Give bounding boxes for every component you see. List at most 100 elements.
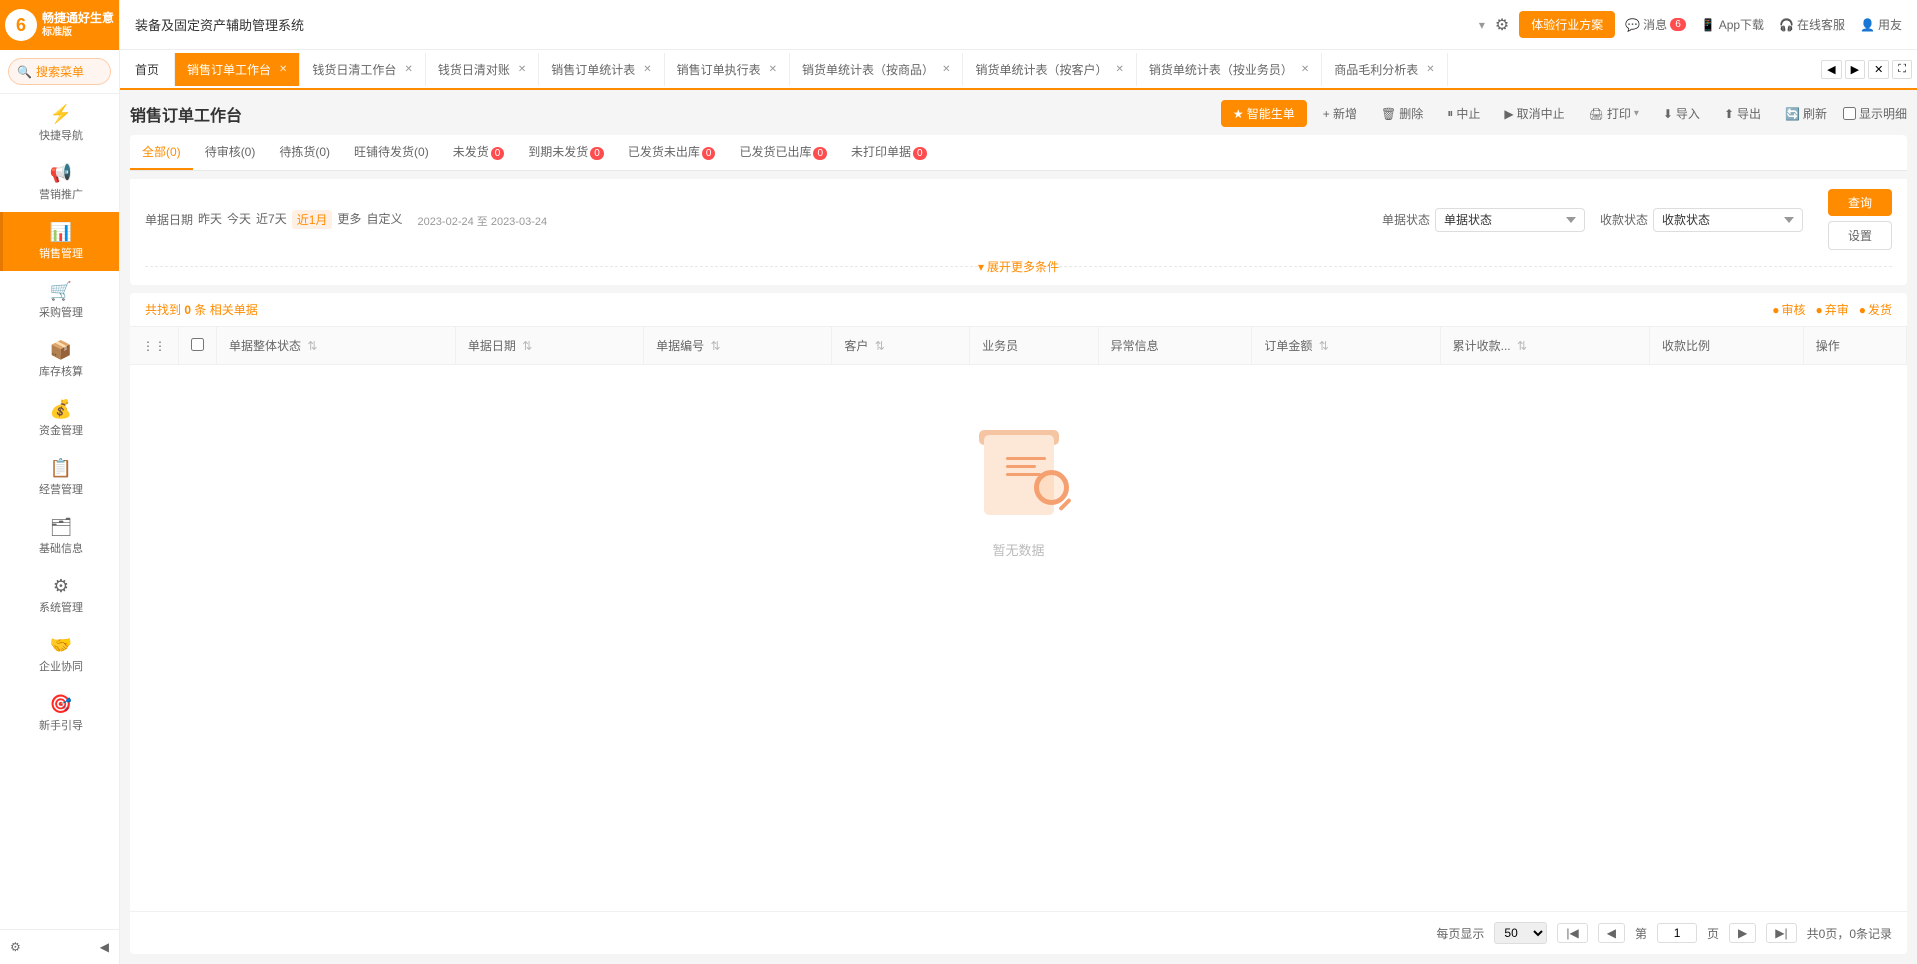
add-button[interactable]: + 新增: [1315, 101, 1365, 126]
tab-sales-exec[interactable]: 销售订单执行表 ✕: [665, 53, 790, 86]
tab-next-button[interactable]: ▶: [1845, 60, 1865, 79]
tab-sales-stats-close[interactable]: ✕: [643, 64, 651, 75]
sidebar-item-guide[interactable]: 🎯 新手引导: [0, 684, 119, 743]
sidebar-search-area: 🔍 搜索菜单: [0, 50, 119, 94]
date-link-1month[interactable]: 近1月: [292, 210, 333, 229]
tab-cargo-stats-customer-close[interactable]: ✕: [1115, 64, 1123, 75]
th-date: 单据日期 ⇅: [455, 327, 643, 365]
tab-sales-workbench-close[interactable]: ✕: [279, 64, 287, 75]
tab-prev-button[interactable]: ◀: [1821, 60, 1841, 79]
sub-tab-not-printed[interactable]: 未打印单据0: [839, 135, 939, 170]
tab-sales-workbench[interactable]: 销售订单工作台 ✕: [175, 53, 300, 86]
status-filter-select[interactable]: 单据状态: [1435, 208, 1585, 232]
sidebar-item-collab[interactable]: 🤝 企业协同: [0, 625, 119, 684]
th-amount: 订单金额 ⇅: [1252, 327, 1440, 365]
print-button[interactable]: 🖨 打印 ▾: [1581, 101, 1647, 126]
tab-product-margin[interactable]: 商品毛利分析表 ✕: [1322, 53, 1447, 86]
tab-product-margin-close[interactable]: ✕: [1426, 64, 1434, 75]
date-link-7days[interactable]: 近7天: [256, 210, 287, 229]
sidebar-item-finance[interactable]: 💰 资金管理: [0, 389, 119, 448]
user-button[interactable]: 👤 用友: [1860, 16, 1902, 33]
sidebar-item-inventory[interactable]: 📦 库存核算: [0, 330, 119, 389]
search-menu-button[interactable]: 🔍 搜索菜单: [8, 58, 111, 85]
marketing-icon: 📢: [50, 163, 72, 184]
star-icon: ★: [1233, 107, 1244, 121]
app-download-button[interactable]: 📱 App下载: [1701, 16, 1764, 33]
query-button[interactable]: 查询: [1828, 189, 1892, 216]
date-link-more[interactable]: 更多: [337, 210, 361, 229]
import-button[interactable]: ⬇ 导入: [1655, 101, 1708, 126]
pagination-next-button[interactable]: ▶: [1729, 923, 1756, 943]
th-date-sort-icon[interactable]: ⇅: [522, 339, 532, 353]
tab-cargo-stats-staff-close[interactable]: ✕: [1301, 64, 1309, 75]
sidebar-settings-button[interactable]: ⚙: [10, 940, 21, 954]
audit-action-button[interactable]: ● 审核: [1772, 301, 1805, 318]
sub-tab-shipped-out[interactable]: 已发货已出库0: [727, 135, 839, 170]
message-button[interactable]: 💬 消息 6: [1625, 16, 1686, 33]
tab-cash-daily-close[interactable]: ✕: [404, 64, 412, 75]
tab-cargo-stats-product[interactable]: 销货单统计表（按商品） ✕: [790, 53, 963, 86]
tab-fullscreen-button[interactable]: ⛶: [1892, 60, 1912, 79]
tab-cash-daily[interactable]: 钱货日清工作台 ✕: [300, 53, 425, 86]
tab-cash-reconcile-close[interactable]: ✕: [518, 64, 526, 75]
tab-home[interactable]: 首页: [120, 53, 175, 86]
th-amount-sort-icon[interactable]: ⇅: [1319, 339, 1329, 353]
pagination-last-button[interactable]: ▶|: [1766, 923, 1796, 943]
th-collected-sort-icon[interactable]: ⇅: [1517, 339, 1527, 353]
sidebar-item-basic[interactable]: 🗂 基础信息: [0, 507, 119, 566]
cancel-suspend-button[interactable]: ▶ 取消中止: [1496, 101, 1572, 126]
page-number-input[interactable]: [1657, 923, 1697, 943]
tab-cargo-stats-product-close[interactable]: ✕: [942, 64, 950, 75]
tab-cargo-stats-customer[interactable]: 销货单统计表（按客户） ✕: [963, 53, 1136, 86]
select-all-checkbox[interactable]: [191, 338, 204, 351]
delete-button[interactable]: 🗑 删除: [1373, 101, 1431, 126]
show-detail-checkbox[interactable]: [1843, 107, 1856, 120]
sidebar-item-system[interactable]: ⚙ 系统管理: [0, 566, 119, 625]
per-page-select[interactable]: 50 20 100: [1494, 922, 1547, 944]
payment-filter-select[interactable]: 收款状态: [1653, 208, 1803, 232]
th-checkbox[interactable]: [179, 327, 217, 365]
sub-tab-shipped-not-out[interactable]: 已发货未出库0: [616, 135, 728, 170]
expand-filter-button[interactable]: ▾ 展开更多条件: [978, 258, 1059, 275]
sub-tab-all[interactable]: 全部(0): [130, 135, 193, 170]
user-name: 用友: [1878, 16, 1902, 33]
smart-create-button[interactable]: ★ 智能生单: [1221, 100, 1307, 127]
sub-tab-overdue-not-shipped[interactable]: 到期未发货0: [516, 135, 616, 170]
th-number-sort-icon[interactable]: ⇅: [710, 339, 720, 353]
settings-header-icon[interactable]: ⚙: [1495, 15, 1509, 35]
th-customer-sort-icon[interactable]: ⇅: [875, 339, 885, 353]
sub-tab-pending-inspect[interactable]: 待拣货(0): [267, 135, 342, 170]
date-link-custom[interactable]: 自定义: [366, 210, 402, 229]
tab-cargo-stats-staff[interactable]: 销货单统计表（按业务员） ✕: [1137, 53, 1322, 86]
th-status-sort-icon[interactable]: ⇅: [307, 339, 317, 353]
page-title-bar: 销售订单工作台 ★ 智能生单 + 新增 🗑 删除 ⏸ 中止 ▶ 取消中止: [130, 100, 1907, 127]
refresh-button[interactable]: 🔄 刷新: [1777, 101, 1835, 126]
sidebar-item-quick-nav[interactable]: ⚡ 快捷导航: [0, 94, 119, 153]
pagination-prev-button[interactable]: ◀: [1598, 923, 1625, 943]
sidebar-item-operation[interactable]: 📋 经营管理: [0, 448, 119, 507]
solution-button[interactable]: 体验行业方案: [1519, 11, 1615, 38]
date-link-yesterday[interactable]: 昨天: [198, 210, 222, 229]
table-head: ⋮⋮ 单据整体状态 ⇅ 单据日期 ⇅: [130, 327, 1907, 365]
online-service-button[interactable]: 🎧 在线客服: [1779, 16, 1845, 33]
ship-action-button[interactable]: ● 发货: [1859, 301, 1892, 318]
tab-close-all-button[interactable]: ✕: [1868, 60, 1889, 79]
date-link-today[interactable]: 今天: [227, 210, 251, 229]
export-button[interactable]: ⬆ 导出: [1716, 101, 1769, 126]
reject-action-button[interactable]: ● 弃审: [1815, 301, 1848, 318]
sidebar-item-marketing[interactable]: 📢 营销推广: [0, 153, 119, 212]
tab-cash-reconcile[interactable]: 钱货日清对账 ✕: [426, 53, 539, 86]
sub-tab-pending-review[interactable]: 待审核(0): [193, 135, 268, 170]
sub-tab-wangpu[interactable]: 旺铺待发货(0): [342, 135, 441, 170]
pagination-first-button[interactable]: |◀: [1557, 923, 1587, 943]
sales-icon: 📊: [50, 222, 72, 243]
sidebar-collapse-button[interactable]: ◀: [100, 940, 109, 954]
tab-sales-exec-close[interactable]: ✕: [769, 64, 777, 75]
message-label: 消息: [1643, 16, 1667, 33]
set-button[interactable]: 设置: [1828, 221, 1892, 250]
sidebar-item-sales[interactable]: 📊 销售管理: [0, 212, 119, 271]
sub-tab-not-shipped[interactable]: 未发货0: [441, 135, 517, 170]
tab-sales-stats[interactable]: 销售订单统计表 ✕: [539, 53, 664, 86]
sidebar-item-purchase[interactable]: 🛒 采购管理: [0, 271, 119, 330]
suspend-button[interactable]: ⏸ 中止: [1439, 101, 1488, 126]
